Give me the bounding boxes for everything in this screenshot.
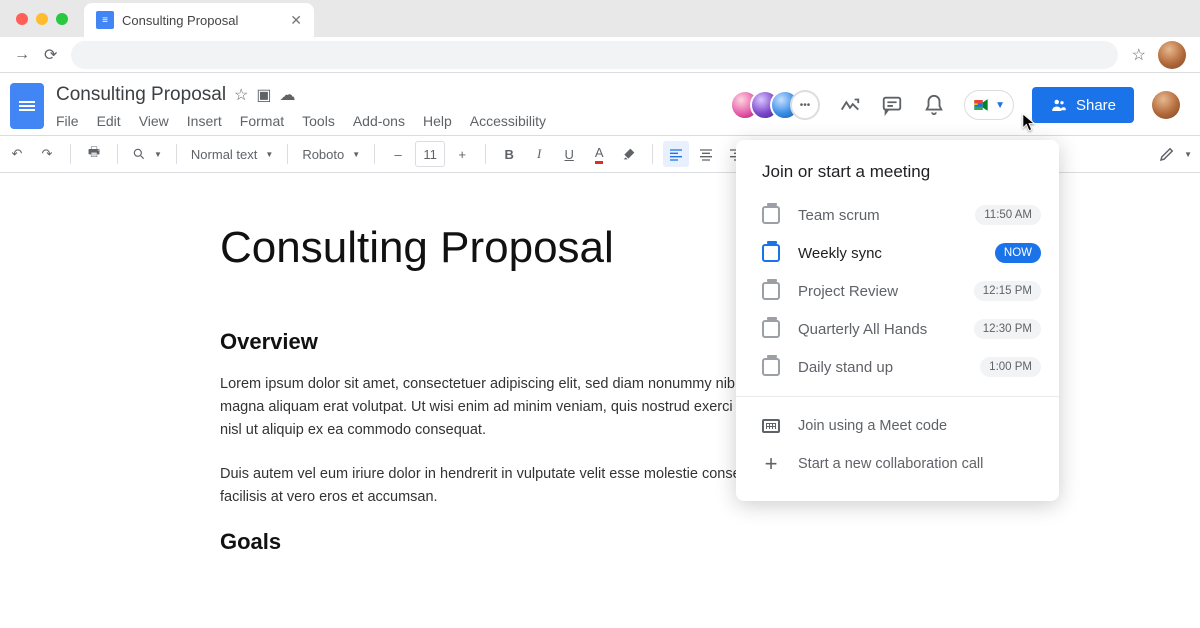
share-label: Share bbox=[1076, 97, 1116, 114]
meeting-name: Daily stand up bbox=[798, 359, 962, 376]
plus-icon: + bbox=[762, 455, 780, 473]
start-call-label: Start a new collaboration call bbox=[798, 456, 983, 472]
avatar-more[interactable]: ••• bbox=[790, 90, 820, 120]
comments-icon[interactable] bbox=[880, 93, 904, 117]
docs-logo-icon[interactable] bbox=[10, 83, 44, 129]
font-size-input[interactable]: 11 bbox=[415, 141, 445, 167]
font-family-select[interactable]: Roboto▼ bbox=[298, 141, 364, 167]
activity-icon[interactable] bbox=[838, 93, 862, 117]
docs-header: Consulting Proposal ☆ ▣ ☁ File Edit View… bbox=[0, 73, 1200, 129]
menu-accessibility[interactable]: Accessibility bbox=[470, 113, 546, 129]
bookmark-star-icon[interactable]: ☆ bbox=[1132, 45, 1146, 65]
menu-format[interactable]: Format bbox=[240, 113, 284, 129]
forward-icon[interactable]: → bbox=[14, 46, 30, 64]
meeting-time-pill: 12:30 PM bbox=[974, 319, 1041, 339]
meeting-item[interactable]: Daily stand up 1:00 PM bbox=[736, 348, 1059, 386]
document-title[interactable]: Consulting Proposal bbox=[56, 84, 226, 106]
join-code-label: Join using a Meet code bbox=[798, 418, 947, 434]
menu-help[interactable]: Help bbox=[423, 113, 452, 129]
cloud-saved-icon: ☁ bbox=[280, 85, 296, 105]
meeting-time-pill: 1:00 PM bbox=[980, 357, 1041, 377]
font-size-decrease[interactable]: – bbox=[385, 141, 411, 167]
window-controls bbox=[0, 13, 68, 25]
italic-button[interactable]: I bbox=[526, 141, 552, 167]
editing-mode-button[interactable]: ▼ bbox=[1154, 141, 1196, 167]
profile-avatar[interactable] bbox=[1158, 41, 1186, 69]
browser-tab-strip: ≡ Consulting Proposal ✕ bbox=[0, 0, 1200, 37]
menu-view[interactable]: View bbox=[139, 113, 169, 129]
join-with-code[interactable]: Join using a Meet code bbox=[736, 407, 1059, 445]
menu-file[interactable]: File bbox=[56, 113, 79, 129]
calendar-icon bbox=[762, 320, 780, 338]
notifications-icon[interactable] bbox=[922, 93, 946, 117]
menu-tools[interactable]: Tools bbox=[302, 113, 335, 129]
section-goals-heading[interactable]: Goals bbox=[220, 529, 980, 555]
browser-tab[interactable]: ≡ Consulting Proposal ✕ bbox=[84, 3, 314, 37]
close-icon[interactable]: ✕ bbox=[290, 12, 302, 29]
address-bar[interactable] bbox=[71, 41, 1117, 69]
meeting-time-pill: NOW bbox=[995, 243, 1041, 263]
bold-button[interactable]: B bbox=[496, 141, 522, 167]
popover-title: Join or start a meeting bbox=[736, 162, 1059, 196]
calendar-icon bbox=[762, 282, 780, 300]
docs-favicon-icon: ≡ bbox=[96, 11, 114, 29]
meeting-name: Weekly sync bbox=[798, 245, 977, 262]
zoom-select[interactable]: ▼ bbox=[128, 141, 166, 167]
meeting-time-pill: 12:15 PM bbox=[974, 281, 1041, 301]
calendar-icon bbox=[762, 358, 780, 376]
chevron-down-icon: ▼ bbox=[995, 100, 1005, 111]
tab-title: Consulting Proposal bbox=[122, 13, 238, 28]
meeting-item[interactable]: Project Review 12:15 PM bbox=[736, 272, 1059, 310]
window-close-dot[interactable] bbox=[16, 13, 28, 25]
text-color-button[interactable]: A bbox=[586, 141, 612, 167]
keyboard-icon bbox=[762, 417, 780, 435]
start-new-call[interactable]: + Start a new collaboration call bbox=[736, 445, 1059, 483]
menu-bar: File Edit View Insert Format Tools Add-o… bbox=[56, 113, 546, 129]
font-size-increase[interactable]: + bbox=[449, 141, 475, 167]
calendar-icon bbox=[762, 244, 780, 262]
window-minimize-dot[interactable] bbox=[36, 13, 48, 25]
meeting-time-pill: 11:50 AM bbox=[975, 205, 1041, 225]
calendar-icon bbox=[762, 206, 780, 224]
move-folder-icon[interactable]: ▣ bbox=[256, 85, 271, 105]
google-meet-icon bbox=[971, 95, 991, 115]
highlight-button[interactable] bbox=[616, 141, 642, 167]
meeting-item[interactable]: Quarterly All Hands 12:30 PM bbox=[736, 310, 1059, 348]
meeting-name: Team scrum bbox=[798, 207, 957, 224]
menu-add-ons[interactable]: Add-ons bbox=[353, 113, 405, 129]
undo-button[interactable]: ↶ bbox=[4, 141, 30, 167]
reload-icon[interactable]: ⟳ bbox=[44, 45, 57, 65]
meet-button[interactable]: ▼ bbox=[964, 90, 1014, 120]
mouse-cursor bbox=[1022, 113, 1036, 133]
people-icon bbox=[1050, 96, 1068, 114]
redo-button[interactable]: ↷ bbox=[34, 141, 60, 167]
meeting-item[interactable]: Weekly sync NOW bbox=[736, 234, 1059, 272]
share-button[interactable]: Share bbox=[1032, 87, 1134, 123]
meeting-name: Project Review bbox=[798, 283, 956, 300]
divider bbox=[736, 396, 1059, 397]
star-icon[interactable]: ☆ bbox=[234, 85, 248, 105]
meeting-item[interactable]: Team scrum 11:50 AM bbox=[736, 196, 1059, 234]
align-left-button[interactable] bbox=[663, 141, 689, 167]
meet-popover: Join or start a meeting Team scrum 11:50 … bbox=[736, 140, 1059, 501]
underline-button[interactable]: U bbox=[556, 141, 582, 167]
paragraph-style-select[interactable]: Normal text▼ bbox=[187, 141, 277, 167]
account-avatar[interactable] bbox=[1152, 91, 1180, 119]
collaborator-avatars[interactable]: ••• bbox=[730, 90, 820, 120]
browser-toolbar: → ⟳ ☆ bbox=[0, 37, 1200, 73]
menu-insert[interactable]: Insert bbox=[187, 113, 222, 129]
menu-edit[interactable]: Edit bbox=[97, 113, 121, 129]
align-center-button[interactable] bbox=[693, 141, 719, 167]
window-maximize-dot[interactable] bbox=[56, 13, 68, 25]
meeting-name: Quarterly All Hands bbox=[798, 321, 956, 338]
print-button[interactable]: 🖶 bbox=[81, 141, 107, 167]
